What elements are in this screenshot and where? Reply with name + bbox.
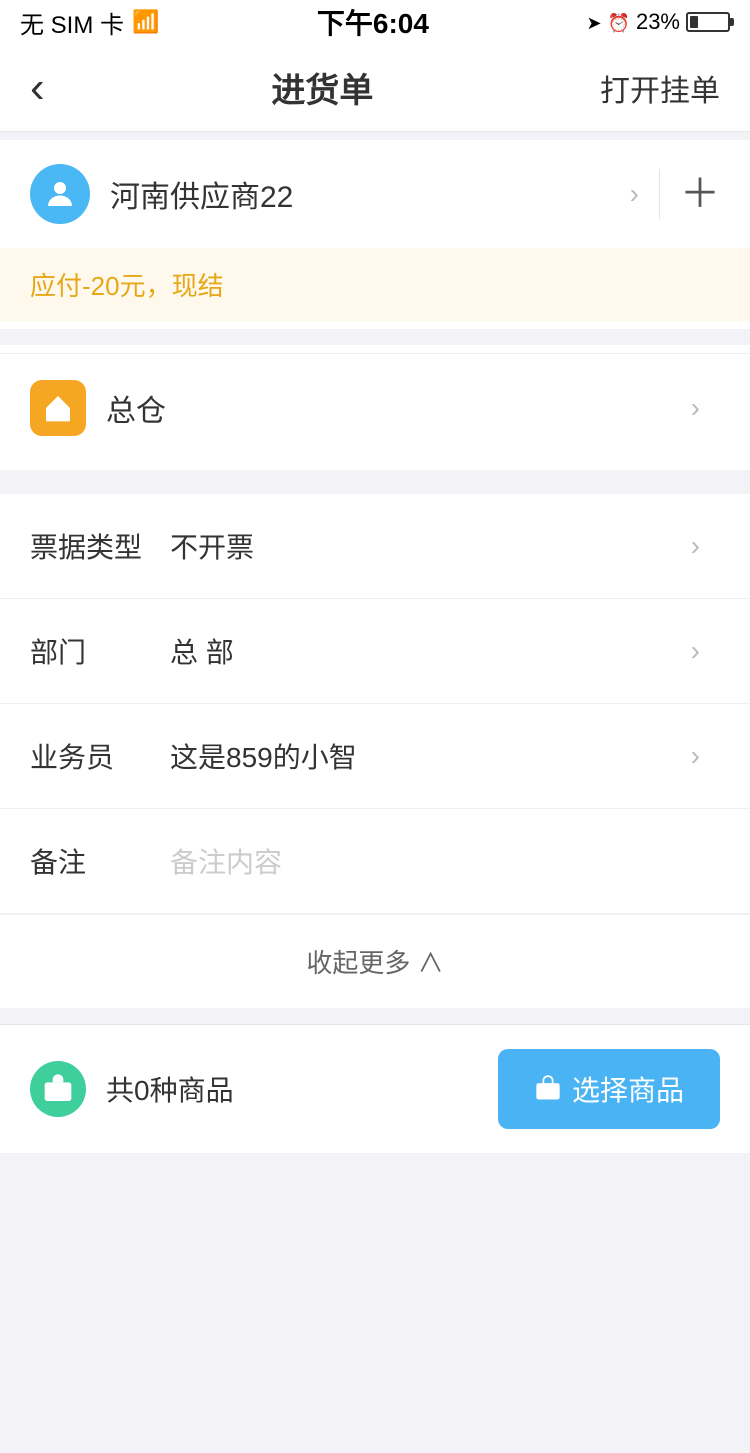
spacer3 [0, 462, 750, 470]
nav-bar: ‹ 进货单 打开挂单 [0, 44, 750, 132]
invoice-type-chevron: › [691, 530, 700, 562]
invoice-type-row[interactable]: 票据类型 不开票 › [0, 494, 750, 599]
location-icon [586, 8, 601, 36]
warning-banner: 应付-20元，现结 [0, 248, 750, 321]
remark-row[interactable]: 备注 备注内容 [0, 809, 750, 914]
select-product-label: 选择商品 [572, 1069, 684, 1109]
user-icon [42, 176, 78, 212]
supplier-avatar [30, 164, 90, 224]
status-right: 23% [586, 8, 730, 36]
department-value: 总 部 [170, 631, 691, 671]
invoice-type-value: 不开票 [170, 526, 691, 566]
warehouse-row[interactable]: 总仓 › [0, 353, 750, 462]
department-label: 部门 [30, 631, 170, 671]
spacer [0, 321, 750, 329]
open-pending-button[interactable]: 打开挂单 [600, 66, 720, 110]
select-product-icon [534, 1075, 562, 1103]
salesperson-value: 这是859的小智 [170, 736, 691, 776]
spacer2 [0, 345, 750, 353]
select-product-button[interactable]: 选择商品 [498, 1049, 720, 1129]
separator [0, 1008, 750, 1024]
alarm-icon [608, 8, 630, 36]
supplier-row[interactable]: 河南供应商22 › ＋ [0, 140, 750, 248]
main-content: 河南供应商22 › ＋ 应付-20元，现结 总仓 › [0, 132, 750, 1453]
remark-label: 备注 [30, 841, 170, 881]
add-supplier-button[interactable]: ＋ [680, 174, 720, 214]
wifi-icon [132, 8, 159, 36]
department-chevron: › [691, 635, 700, 667]
collapse-button[interactable]: 收起更多 ∧ [0, 914, 750, 1008]
supplier-card: 河南供应商22 › ＋ 应付-20元，现结 [0, 132, 750, 329]
warehouse-chevron-icon: › [691, 392, 700, 424]
invoice-type-label: 票据类型 [30, 526, 170, 566]
spacer4 [0, 486, 750, 494]
house-icon [42, 392, 74, 424]
product-count-text: 共0种商品 [106, 1069, 478, 1109]
status-time: 下午6:04 [317, 2, 429, 42]
cart-icon [42, 1073, 74, 1105]
collapse-label: 收起更多 ∧ [306, 943, 443, 980]
salesperson-label: 业务员 [30, 736, 170, 776]
form-section: 票据类型 不开票 › 部门 总 部 › 业务员 这是859的小智 › 备注 备注… [0, 486, 750, 1008]
warehouse-name: 总仓 [106, 386, 691, 430]
salesperson-chevron: › [691, 740, 700, 772]
gray-fill [0, 1153, 750, 1453]
department-row[interactable]: 部门 总 部 › [0, 599, 750, 704]
bottom-bar: 共0种商品 选择商品 [0, 1024, 750, 1153]
remark-value[interactable]: 备注内容 [170, 841, 720, 881]
carrier-label: 无 SIM 卡 [20, 5, 124, 40]
supplier-name: 河南供应商22 [110, 172, 630, 216]
page-title: 进货单 [271, 63, 373, 112]
warehouse-card: 总仓 › [0, 345, 750, 470]
battery-bar [686, 12, 730, 32]
back-button[interactable]: ‹ [30, 63, 45, 113]
top-spacer [0, 132, 750, 140]
status-left: 无 SIM 卡 [20, 5, 159, 40]
supplier-chevron-icon: › [630, 178, 639, 210]
warehouse-icon [30, 380, 86, 436]
battery-fill [690, 16, 698, 28]
divider [659, 169, 660, 219]
warning-text: 应付-20元，现结 [30, 271, 224, 301]
salesperson-row[interactable]: 业务员 这是859的小智 › [0, 704, 750, 809]
product-count-icon [30, 1061, 86, 1117]
battery-percent: 23% [636, 9, 680, 35]
status-bar: 无 SIM 卡 下午6:04 23% [0, 0, 750, 44]
